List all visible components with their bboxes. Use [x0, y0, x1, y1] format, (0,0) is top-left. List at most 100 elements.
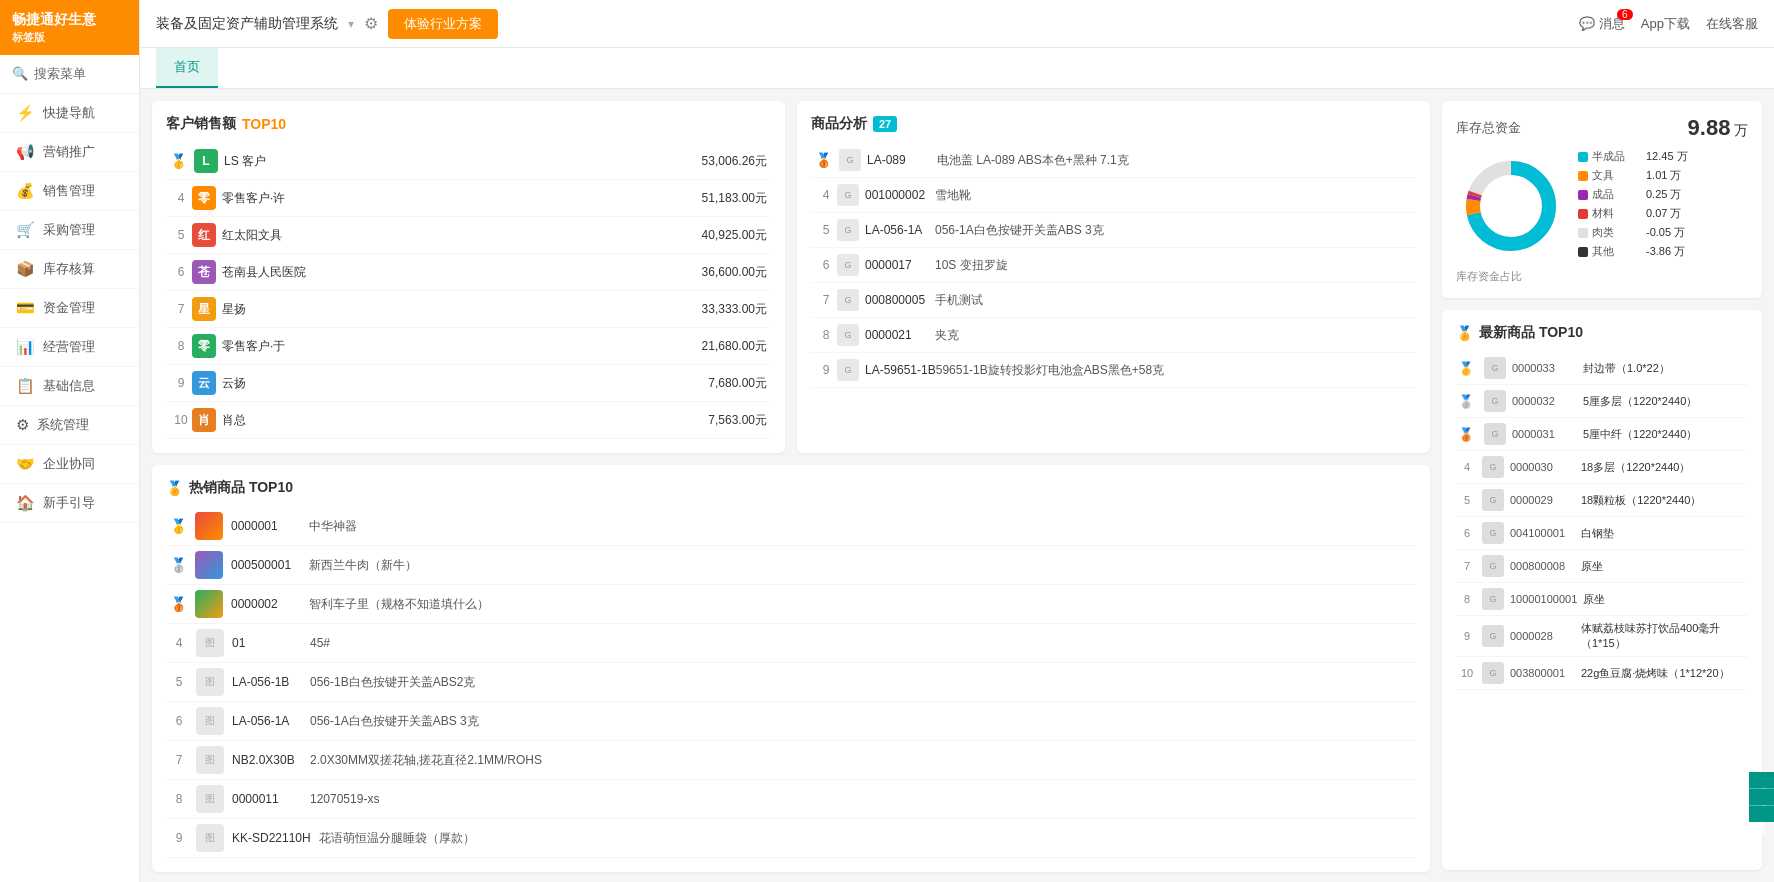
product-name: 电池盖 LA-089 ABS本色+黑种 7.1克 — [937, 152, 1412, 169]
legend-name: 材料 — [1592, 206, 1642, 221]
customer-amount: 53,006.26元 — [702, 153, 767, 170]
rank-number: 7 — [1458, 560, 1476, 572]
legend-value: -3.86 万 — [1646, 244, 1685, 259]
list-item: 🥇 0000001 中华神器 — [166, 507, 1416, 546]
topbar: 装备及固定资产辅助管理系统 ▾ ⚙ 体验行业方案 💬 消息 6 App下载 在线… — [140, 0, 1774, 48]
dual-top-section: 客户销售额 TOP10 🥇 L LS 客户 53,006.26元 4 零 零售客… — [152, 101, 1430, 453]
product-name: 夹克 — [935, 327, 1412, 344]
legend-row: 半成品 12.45 万 — [1578, 149, 1688, 164]
legend-color-dot — [1578, 171, 1588, 181]
product-code: 0000032 — [1512, 395, 1577, 407]
sidebar-item-system[interactable]: ⚙ 系统管理 — [0, 406, 139, 445]
rank-number: 10 — [1458, 667, 1476, 679]
sidebar-item-icon-enterprise: 🤝 — [16, 455, 35, 473]
sidebar-item-inventory[interactable]: 📦 库存核算 — [0, 250, 139, 289]
sidebar-item-enterprise[interactable]: 🤝 企业协同 — [0, 445, 139, 484]
rank-number: 9 — [170, 831, 188, 845]
product-name: 18多层（1220*2440） — [1581, 460, 1746, 475]
sidebar-item-finance[interactable]: 💳 资金管理 — [0, 289, 139, 328]
product-code: KK-SD22110H — [232, 831, 311, 845]
legend-row: 文具 1.01 万 — [1578, 168, 1688, 183]
product-thumb: G — [1482, 456, 1504, 478]
inventory-total-label: 库存总资金 — [1456, 119, 1521, 137]
message-notification[interactable]: 💬 消息 6 — [1579, 15, 1625, 33]
customer-icon: 星 — [192, 297, 216, 321]
sidebar-item-purchase[interactable]: 🛒 采购管理 — [0, 211, 139, 250]
product-code: 0000021 — [865, 328, 935, 342]
product-thumb: G — [1482, 555, 1504, 577]
product-name: 雪地靴 — [935, 187, 1412, 204]
legend-value: 0.25 万 — [1646, 187, 1681, 202]
sidebar-item-icon-finance: 💳 — [16, 299, 35, 317]
product-name: 5厘多层（1220*2440） — [1583, 394, 1746, 409]
float-service-button[interactable]: 直播 — [1749, 806, 1774, 822]
sidebar-item-sales[interactable]: 💰 销售管理 — [0, 172, 139, 211]
app-download-link[interactable]: App下载 — [1641, 15, 1690, 33]
customer-name: 云扬 — [222, 375, 708, 392]
legend-name: 半成品 — [1592, 149, 1642, 164]
float-service-button[interactable]: 服务社区 — [1749, 789, 1774, 806]
rank-number: 5 — [170, 675, 188, 689]
sidebar-search[interactable]: 🔍 搜索菜单 — [0, 55, 139, 94]
sidebar-item-guide[interactable]: 🏠 新手引导 — [0, 484, 139, 523]
product-name: 白钢垫 — [1581, 526, 1746, 541]
donut-container: 半成品 12.45 万 文具 1.01 万 成品 0.25 万 材料 0.07 … — [1456, 149, 1748, 263]
sidebar-item-basic-info[interactable]: 📋 基础信息 — [0, 367, 139, 406]
legend-row: 材料 0.07 万 — [1578, 206, 1688, 221]
float-buttons: 客服热线服务社区直播 — [1749, 772, 1774, 822]
hot-products-card: 🏅 热销商品 TOP10 🥇 0000001 中华神器 🥈 000500001 … — [152, 465, 1430, 872]
product-thumb-image: 图 — [196, 785, 224, 813]
sidebar-item-label-sales: 销售管理 — [43, 182, 95, 200]
product-code: 000800008 — [1510, 560, 1575, 572]
rank-number: 9 — [170, 376, 192, 390]
tab-home[interactable]: 首页 — [156, 48, 218, 88]
product-thumb: G — [1482, 489, 1504, 511]
float-service-button[interactable]: 客服热线 — [1749, 772, 1774, 789]
customer-icon: 肖 — [192, 408, 216, 432]
customer-name: LS 客户 — [224, 153, 702, 170]
legend-name: 其他 — [1592, 244, 1642, 259]
product-name: 22g鱼豆腐·烧烤味（1*12*20） — [1581, 666, 1746, 681]
list-item: 10 G 003800001 22g鱼豆腐·烧烤味（1*12*20） — [1456, 657, 1748, 690]
customer-icon: 零 — [192, 334, 216, 358]
new-products-card: 🏅 最新商品 TOP10 🥇 G 0000033 封边带（1.0*22） 🥈 G… — [1442, 310, 1762, 870]
online-service-link[interactable]: 在线客服 — [1706, 15, 1758, 33]
logo-subtitle: 标签版 — [12, 30, 127, 45]
sidebar-item-marketing[interactable]: 📢 营销推广 — [0, 133, 139, 172]
list-item: 7 图 NB2.0X30B 2.0X30MM双搓花轴,搓花直径2.1MM/ROH… — [166, 741, 1416, 780]
gear-icon[interactable]: ⚙ — [364, 14, 378, 33]
product-name: 花语萌恒温分腿睡袋（厚款） — [319, 830, 1412, 847]
rank-number: 8 — [1458, 593, 1476, 605]
table-row: 7 星 星扬 33,333.00元 — [166, 291, 771, 328]
rank-number: 9 — [815, 363, 837, 377]
product-code: NB2.0X30B — [232, 753, 302, 767]
message-badge: 6 — [1617, 9, 1633, 20]
sidebar-item-label-purchase: 采购管理 — [43, 221, 95, 239]
sidebar-item-quick-nav[interactable]: ⚡ 快捷导航 — [0, 94, 139, 133]
top-customers-title: 客户销售额 TOP10 — [166, 115, 771, 133]
product-code: LA-056-1A — [865, 223, 935, 237]
table-row: 8 G 0000021 夹克 — [811, 318, 1416, 353]
legend-value: 12.45 万 — [1646, 149, 1688, 164]
sidebar-item-label-guide: 新手引导 — [43, 494, 95, 512]
customer-amount: 51,183.00元 — [702, 190, 767, 207]
product-code: 0000028 — [1510, 630, 1575, 642]
product-thumb: G — [1482, 588, 1504, 610]
trial-button[interactable]: 体验行业方案 — [388, 9, 498, 39]
sidebar-item-label-enterprise: 企业协同 — [43, 455, 95, 473]
sidebar-item-icon-quick-nav: ⚡ — [16, 104, 35, 122]
dropdown-arrow-icon[interactable]: ▾ — [348, 17, 354, 31]
sidebar-item-icon-basic-info: 📋 — [16, 377, 35, 395]
inventory-donut-chart — [1456, 151, 1566, 261]
logo-title: 畅捷通好生意 — [12, 10, 127, 30]
left-mid-column: 客户销售额 TOP10 🥇 L LS 客户 53,006.26元 4 零 零售客… — [152, 101, 1430, 870]
rank-number: 5 — [1458, 494, 1476, 506]
sidebar-item-label-basic-info: 基础信息 — [43, 377, 95, 395]
product-code: 003800001 — [1510, 667, 1575, 679]
medal-icon: 🥉 — [170, 596, 187, 612]
table-row: 🥉 G LA-089 电池盖 LA-089 ABS本色+黑种 7.1克 — [811, 143, 1416, 178]
customer-icon: 云 — [192, 371, 216, 395]
main-area: 装备及固定资产辅助管理系统 ▾ ⚙ 体验行业方案 💬 消息 6 App下载 在线… — [140, 0, 1774, 882]
sidebar-item-operations[interactable]: 📊 经营管理 — [0, 328, 139, 367]
product-thumb-image: 图 — [196, 746, 224, 774]
